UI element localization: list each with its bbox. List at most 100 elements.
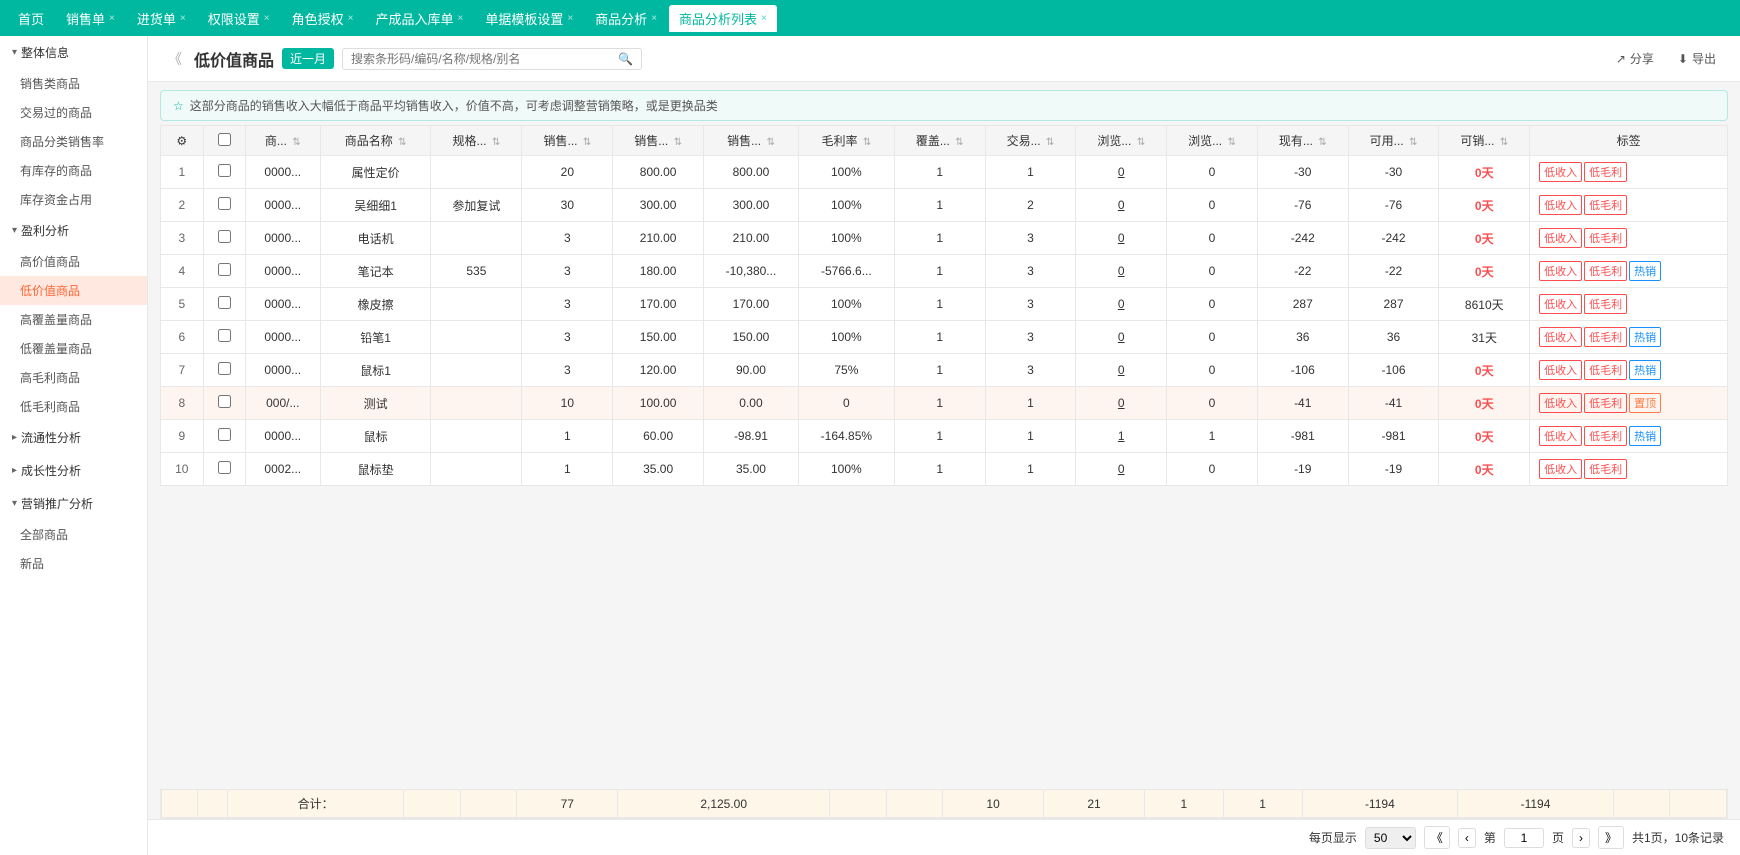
row-browse1[interactable]: 0 [1118, 462, 1125, 476]
prev-page-button[interactable]: ‹ [1458, 828, 1476, 848]
sidebar-item-low-margin[interactable]: 低毛利商品 [0, 392, 147, 421]
tag-badge[interactable]: 低收入 [1539, 459, 1582, 479]
tag-badge[interactable]: 低毛利 [1584, 393, 1627, 413]
nav-close-icon[interactable]: × [567, 13, 573, 24]
sidebar-item-low-value[interactable]: 低价值商品 [0, 276, 147, 305]
row-browse1[interactable]: 0 [1118, 165, 1125, 179]
tag-badge[interactable]: 低收入 [1539, 228, 1582, 248]
nav-permissions[interactable]: 权限设置 × [198, 5, 280, 32]
name-column-header[interactable]: 商品名称 ⇅ [320, 126, 430, 156]
sidebar-item-sales-products[interactable]: 销售类商品 [0, 69, 147, 98]
tag-badge[interactable]: 低毛利 [1584, 228, 1627, 248]
sales-qty-column-header[interactable]: 销售... ⇅ [522, 126, 613, 156]
tag-badge[interactable]: 低毛利 [1584, 261, 1627, 281]
nav-purchase-order[interactable]: 进货单 × [127, 5, 196, 32]
nav-close-icon[interactable]: × [457, 13, 463, 24]
sidebar-item-stock-capital[interactable]: 库存资金占用 [0, 185, 147, 214]
tag-badge[interactable]: 低毛利 [1584, 294, 1627, 314]
nav-product-analysis-list[interactable]: 商品分析列表 × [669, 5, 777, 32]
row-checkbox[interactable] [218, 263, 231, 276]
row-name[interactable]: 鼠标 [320, 420, 430, 453]
tag-badge[interactable]: 低毛利 [1584, 426, 1627, 446]
nav-close-icon[interactable]: × [651, 13, 657, 24]
browse1-column-header[interactable]: 浏览... ⇅ [1076, 126, 1167, 156]
row-checkbox[interactable] [218, 395, 231, 408]
tag-badge[interactable]: 热销 [1629, 261, 1661, 281]
browse2-column-header[interactable]: 浏览... ⇅ [1167, 126, 1258, 156]
row-name[interactable]: 笔记本 [320, 255, 430, 288]
tag-badge[interactable]: 置顶 [1629, 393, 1661, 413]
cover-column-header[interactable]: 覆盖... ⇅ [894, 126, 985, 156]
row-checkbox[interactable] [218, 461, 231, 474]
available-column-header[interactable]: 可用... ⇅ [1348, 126, 1439, 156]
export-button[interactable]: ⬇ 导出 [1670, 46, 1724, 71]
select-all-checkbox[interactable] [218, 133, 231, 146]
row-checkbox[interactable] [218, 428, 231, 441]
nav-product-analysis[interactable]: 商品分析 × [585, 5, 667, 32]
search-icon[interactable]: 🔍 [618, 52, 633, 66]
nav-close-icon[interactable]: × [180, 13, 186, 24]
sales-amount-column-header[interactable]: 销售... ⇅ [613, 126, 704, 156]
filter-period-button[interactable]: 近一月 [282, 48, 334, 69]
tag-badge[interactable]: 低收入 [1539, 360, 1582, 380]
sidebar-item-all-products[interactable]: 全部商品 [0, 520, 147, 549]
nav-close-icon[interactable]: × [761, 13, 767, 24]
tag-badge[interactable]: 低毛利 [1584, 327, 1627, 347]
saleable-column-header[interactable]: 可销... ⇅ [1439, 126, 1530, 156]
tag-badge[interactable]: 低毛利 [1584, 459, 1627, 479]
tag-badge[interactable]: 低收入 [1539, 261, 1582, 281]
nav-finished-goods[interactable]: 产成品入库单 × [365, 5, 473, 32]
nav-sales-order[interactable]: 销售单 × [56, 5, 125, 32]
row-checkbox[interactable] [218, 230, 231, 243]
tag-badge[interactable]: 低收入 [1539, 162, 1582, 182]
nav-role-auth[interactable]: 角色授权 × [282, 5, 364, 32]
row-name[interactable]: 鼠标1 [320, 354, 430, 387]
row-name[interactable]: 鼠标垫 [320, 453, 430, 486]
page-input[interactable] [1504, 828, 1544, 848]
row-checkbox[interactable] [218, 296, 231, 309]
row-checkbox[interactable] [218, 362, 231, 375]
row-browse1[interactable]: 0 [1118, 231, 1125, 245]
tag-badge[interactable]: 热销 [1629, 360, 1661, 380]
current-column-header[interactable]: 现有... ⇅ [1257, 126, 1348, 156]
nav-close-icon[interactable]: × [264, 13, 270, 24]
row-checkbox[interactable] [218, 197, 231, 210]
sidebar-section-profit[interactable]: ▾ 盈利分析 [0, 214, 147, 247]
sidebar-item-high-value[interactable]: 高价值商品 [0, 247, 147, 276]
per-page-select[interactable]: 50 100 200 [1365, 827, 1416, 849]
tag-badge[interactable]: 热销 [1629, 426, 1661, 446]
sidebar-section-overall[interactable]: ▾ 整体信息 [0, 36, 147, 69]
sidebar-collapse-button[interactable]: 《 [164, 47, 186, 71]
row-checkbox[interactable] [218, 164, 231, 177]
sidebar-item-new-products[interactable]: 新品 [0, 549, 147, 578]
tag-badge[interactable]: 低收入 [1539, 426, 1582, 446]
row-name[interactable]: 属性定价 [320, 156, 430, 189]
row-checkbox[interactable] [218, 329, 231, 342]
nav-template-settings[interactable]: 单据模板设置 × [475, 5, 583, 32]
row-browse1[interactable]: 0 [1118, 264, 1125, 278]
row-name[interactable]: 橡皮擦 [320, 288, 430, 321]
nav-close-icon[interactable]: × [109, 13, 115, 24]
tag-badge[interactable]: 低毛利 [1584, 162, 1627, 182]
nav-home[interactable]: 首页 [8, 5, 54, 32]
sidebar-section-liquidity[interactable]: ▸ 流通性分析 [0, 421, 147, 454]
tag-badge[interactable]: 低收入 [1539, 327, 1582, 347]
tag-badge[interactable]: 低收入 [1539, 294, 1582, 314]
row-browse1[interactable]: 0 [1118, 396, 1125, 410]
row-browse1[interactable]: 0 [1118, 297, 1125, 311]
last-page-button[interactable]: 》 [1598, 826, 1624, 849]
sidebar-item-traded-products[interactable]: 交易过的商品 [0, 98, 147, 127]
tag-badge[interactable]: 低收入 [1539, 393, 1582, 413]
row-name[interactable]: 测试 [320, 387, 430, 420]
sidebar-item-high-coverage[interactable]: 高覆盖量商品 [0, 305, 147, 334]
next-page-button[interactable]: › [1572, 828, 1590, 848]
nav-close-icon[interactable]: × [348, 13, 354, 24]
row-browse1[interactable]: 0 [1118, 363, 1125, 377]
first-page-button[interactable]: 《 [1424, 826, 1450, 849]
sidebar-section-growth[interactable]: ▸ 成长性分析 [0, 454, 147, 487]
row-name[interactable]: 电话机 [320, 222, 430, 255]
sales-price-column-header[interactable]: 销售... ⇅ [704, 126, 799, 156]
sidebar-item-category-sales-rate[interactable]: 商品分类销售率 [0, 127, 147, 156]
row-name[interactable]: 铅笔1 [320, 321, 430, 354]
row-browse1[interactable]: 0 [1118, 330, 1125, 344]
